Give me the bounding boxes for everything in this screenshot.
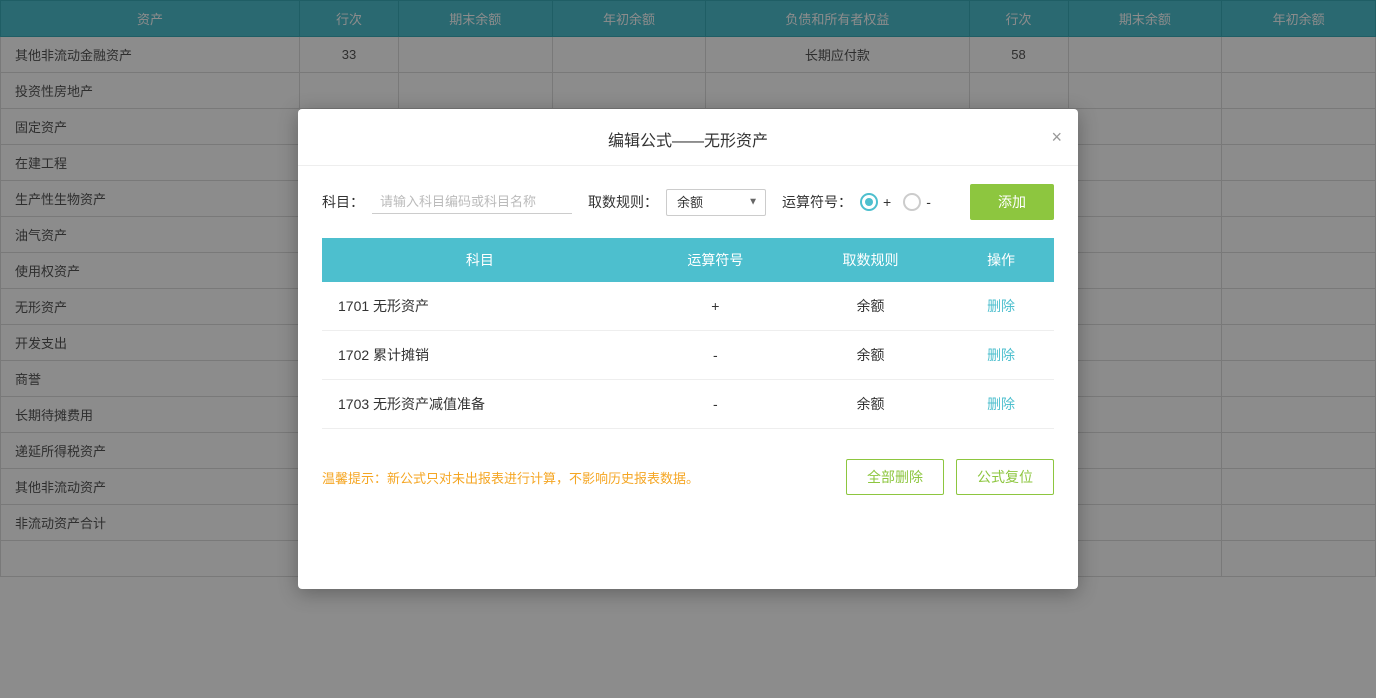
- footer-hint: 温馨提示：新公式只对未出报表进行计算，不影响历史报表数据。: [322, 468, 699, 487]
- subject-field: 科目：: [322, 190, 572, 214]
- th-rule: 取数规则: [793, 238, 948, 282]
- modal-footer: 温馨提示：新公式只对未出报表进行计算，不影响历史报表数据。 全部删除 公式复位: [298, 439, 1078, 505]
- operator-label: 运算符号：: [782, 192, 852, 212]
- modal-dialog: 编辑公式——无形资产 × 科目： 取数规则： 余额 借方 贷方 借方累计: [298, 109, 1078, 589]
- rule-cell: 余额: [793, 380, 948, 429]
- subject-cell: 1701 无形资产: [322, 282, 638, 331]
- table-row: 1702 累计摊销 - 余额 删除: [322, 331, 1054, 380]
- close-button[interactable]: ×: [1051, 128, 1062, 146]
- subject-input[interactable]: [372, 190, 572, 214]
- action-cell: 删除: [948, 282, 1054, 331]
- delete-row-button[interactable]: 删除: [987, 394, 1015, 414]
- operator-cell: -: [638, 380, 793, 429]
- rule-select-wrapper: 余额 借方 贷方 借方累计 贷方累计 ▼: [666, 189, 766, 216]
- rule-label: 取数规则：: [588, 192, 658, 212]
- operator-cell: -: [638, 331, 793, 380]
- add-button[interactable]: 添加: [970, 184, 1054, 220]
- radio-group: + -: [860, 193, 931, 211]
- modal-header: 编辑公式——无形资产 ×: [298, 109, 1078, 166]
- radio-plus[interactable]: +: [860, 193, 891, 211]
- rule-cell: 余额: [793, 331, 948, 380]
- reset-button[interactable]: 公式复位: [956, 459, 1054, 495]
- delete-row-button[interactable]: 删除: [987, 296, 1015, 316]
- rule-cell: 余额: [793, 282, 948, 331]
- subject-cell: 1702 累计摊销: [322, 331, 638, 380]
- operator-field: 运算符号： + -: [782, 192, 931, 212]
- th-subject: 科目: [322, 238, 638, 282]
- action-cell: 删除: [948, 380, 1054, 429]
- table-header-row: 科目 运算符号 取数规则 操作: [322, 238, 1054, 282]
- modal-overlay: 编辑公式——无形资产 × 科目： 取数规则： 余额 借方 贷方 借方累计: [0, 0, 1376, 698]
- radio-minus[interactable]: -: [903, 193, 931, 211]
- operator-cell: +: [638, 282, 793, 331]
- subject-cell: 1703 无形资产减值准备: [322, 380, 638, 429]
- data-table: 科目 运算符号 取数规则 操作 1701 无形资产 + 余额 删除 1702 累…: [322, 238, 1054, 429]
- table-row: 1701 无形资产 + 余额 删除: [322, 282, 1054, 331]
- delete-row-button[interactable]: 删除: [987, 345, 1015, 365]
- rule-field: 取数规则： 余额 借方 贷方 借方累计 贷方累计 ▼: [588, 189, 766, 216]
- radio-minus-label: -: [926, 194, 931, 210]
- action-cell: 删除: [948, 331, 1054, 380]
- table-row: 1703 无形资产减值准备 - 余额 删除: [322, 380, 1054, 429]
- modal-title: 编辑公式——无形资产: [608, 127, 768, 151]
- radio-minus-circle: [903, 193, 921, 211]
- subject-label: 科目：: [322, 192, 364, 212]
- footer-buttons: 全部删除 公式复位: [846, 459, 1054, 495]
- th-action: 操作: [948, 238, 1054, 282]
- radio-plus-circle: [860, 193, 878, 211]
- th-operator: 运算符号: [638, 238, 793, 282]
- radio-plus-label: +: [883, 194, 891, 210]
- form-row: 科目： 取数规则： 余额 借方 贷方 借方累计 贷方累计 ▼: [298, 166, 1078, 238]
- delete-all-button[interactable]: 全部删除: [846, 459, 944, 495]
- rule-select[interactable]: 余额 借方 贷方 借方累计 贷方累计: [666, 189, 766, 216]
